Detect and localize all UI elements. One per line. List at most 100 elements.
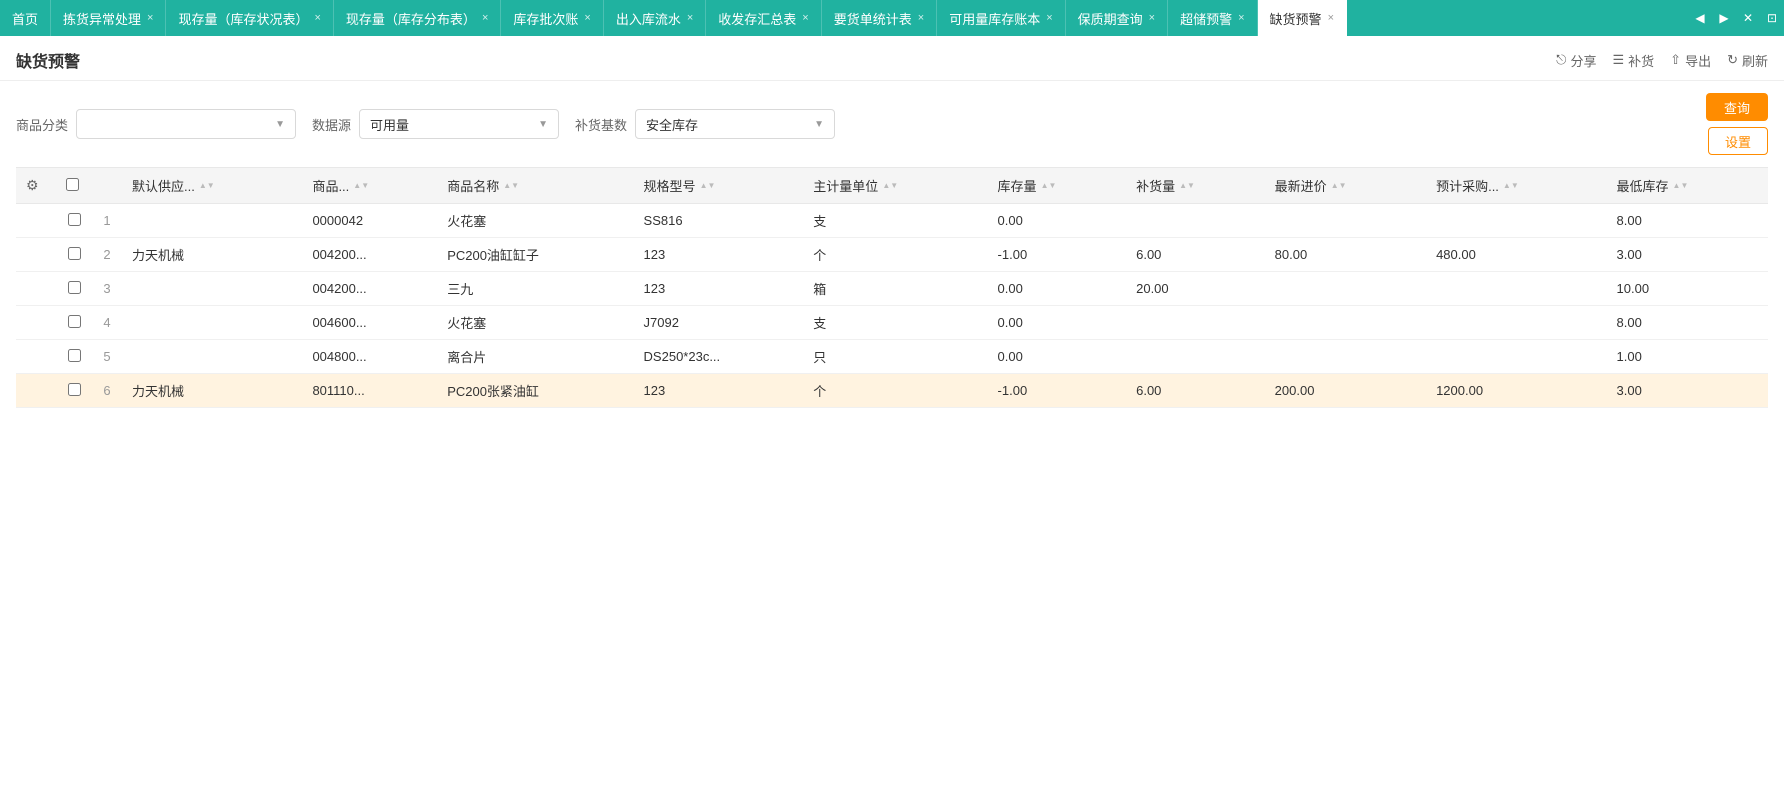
row-checkbox-3[interactable]	[68, 315, 81, 328]
table-row[interactable]: 6 力天机械 801110... PC200张紧油缸 123 个 -1.00 6…	[16, 374, 1768, 408]
table-row[interactable]: 2 力天机械 004200... PC200油缸缸子 123 个 -1.00 6…	[16, 238, 1768, 272]
col-product-code[interactable]: 商品... ▲▼	[302, 168, 437, 204]
refresh-button[interactable]: ↻ 刷新	[1727, 51, 1768, 70]
tab-available-ledger[interactable]: 可用量库存账本 ×	[937, 0, 1065, 36]
replenish-base-select-value: 安全库存	[646, 115, 806, 134]
row-unit-cell: 只	[803, 340, 987, 374]
tab-inventory-status[interactable]: 现存量（库存状况表） ×	[166, 0, 333, 36]
page-title: 缺货预警	[16, 48, 80, 72]
row-checkbox-1[interactable]	[68, 247, 81, 260]
tab-close-overstock[interactable]: ×	[1238, 12, 1244, 24]
row-spec-cell: SS816	[634, 204, 804, 238]
col-checkbox	[56, 168, 92, 204]
export-button[interactable]: ⇧ 导出	[1670, 51, 1711, 70]
row-checkbox-cell	[56, 204, 92, 238]
col-est-purchase[interactable]: 预计采购... ▲▼	[1426, 168, 1606, 204]
tab-nav-controls: ◀ ▶ ✕ ⊡	[1688, 0, 1784, 36]
row-checkbox-cell	[56, 340, 92, 374]
replenish-base-select-arrow: ▼	[814, 119, 824, 130]
col-latest-price[interactable]: 最新进价 ▲▼	[1265, 168, 1426, 204]
row-checkbox-4[interactable]	[68, 349, 81, 362]
category-select[interactable]: ▼	[76, 109, 296, 139]
row-supplier-cell	[122, 340, 302, 374]
tab-overstock[interactable]: 超储预警 ×	[1168, 0, 1257, 36]
row-supplier-cell: 力天机械	[122, 374, 302, 408]
tab-inout-flow[interactable]: 出入库流水 ×	[604, 0, 706, 36]
tab-prev-button[interactable]: ◀	[1688, 0, 1712, 36]
row-min-stock-cell: 10.00	[1607, 272, 1768, 306]
tab-close-batch-account[interactable]: ×	[584, 12, 590, 24]
col-unit[interactable]: 主计量单位 ▲▼	[803, 168, 987, 204]
tab-close-expiry-query[interactable]: ×	[1149, 12, 1155, 24]
header-actions: ⎋ 分享 ☰ 补货 ⇧ 导出 ↻ 刷新	[1556, 51, 1768, 70]
tab-requisition-stats[interactable]: 要货单统计表 ×	[822, 0, 937, 36]
row-checkbox-5[interactable]	[68, 383, 81, 396]
table-body: 1 0000042 火花塞 SS816 支 0.00 8.00 2 力天机械 0…	[16, 204, 1768, 408]
row-checkbox-2[interactable]	[68, 281, 81, 294]
row-supplier-cell	[122, 272, 302, 306]
table-row[interactable]: 5 004800... 离合片 DS250*23c... 只 0.00 1.00	[16, 340, 1768, 374]
tab-close-available-ledger[interactable]: ×	[1046, 12, 1052, 24]
tab-shortage[interactable]: 缺货预警 ×	[1258, 0, 1347, 36]
row-name-cell: PC200油缸缸子	[437, 238, 633, 272]
col-stock[interactable]: 库存量 ▲▼	[988, 168, 1127, 204]
tab-inventory-dist[interactable]: 现存量（库存分布表） ×	[334, 0, 501, 36]
row-min-stock-cell: 8.00	[1607, 306, 1768, 340]
row-supplier-cell: 力天机械	[122, 238, 302, 272]
row-replenish-cell	[1126, 340, 1265, 374]
tab-close-abnormal[interactable]: ×	[147, 12, 153, 24]
tab-close-requisition-stats[interactable]: ×	[918, 12, 924, 24]
replenish-base-select[interactable]: 安全库存 ▼	[635, 109, 835, 139]
filter-actions: 查询 设置	[1706, 93, 1768, 155]
col-product-name[interactable]: 商品名称 ▲▼	[437, 168, 633, 204]
col-min-stock[interactable]: 最低库存 ▲▼	[1607, 168, 1768, 204]
replenish-button[interactable]: ☰ 补货	[1612, 51, 1654, 70]
query-button[interactable]: 查询	[1706, 93, 1768, 121]
col-settings: ⚙	[16, 168, 56, 204]
tab-home[interactable]: 首页	[0, 0, 51, 36]
sort-icon-min-stock: ▲▼	[1673, 182, 1689, 190]
table-row[interactable]: 4 004600... 火花塞 J7092 支 0.00 8.00	[16, 306, 1768, 340]
tab-next-button[interactable]: ▶	[1712, 0, 1736, 36]
tab-abnormal[interactable]: 拣货异常处理 ×	[51, 0, 166, 36]
col-default-supplier[interactable]: 默认供应... ▲▼	[122, 168, 302, 204]
row-est-cell	[1426, 204, 1606, 238]
tab-receive-summary[interactable]: 收发存汇总表 ×	[706, 0, 821, 36]
tab-close-inout-flow[interactable]: ×	[687, 12, 693, 24]
row-code-cell: 801110...	[302, 374, 437, 408]
col-spec[interactable]: 规格型号 ▲▼	[634, 168, 804, 204]
share-button[interactable]: ⎋ 分享	[1556, 51, 1596, 70]
row-stock-cell: 0.00	[988, 306, 1127, 340]
settings-icon[interactable]: ⚙	[26, 177, 39, 193]
col-replenish-qty[interactable]: 补货量 ▲▼	[1126, 168, 1265, 204]
tab-batch-account[interactable]: 库存批次账 ×	[501, 0, 603, 36]
settings-button[interactable]: 设置	[1708, 127, 1768, 155]
datasource-select[interactable]: 可用量 ▼	[359, 109, 559, 139]
row-min-stock-cell: 3.00	[1607, 374, 1768, 408]
tab-close-all-button[interactable]: ✕	[1736, 0, 1760, 36]
row-est-cell: 1200.00	[1426, 374, 1606, 408]
row-checkbox-cell	[56, 374, 92, 408]
tab-expiry-query[interactable]: 保质期查询 ×	[1066, 0, 1168, 36]
row-spec-cell: 123	[634, 374, 804, 408]
tab-close-receive-summary[interactable]: ×	[802, 12, 808, 24]
replenish-base-label: 补货基数	[575, 115, 627, 134]
row-price-cell	[1265, 306, 1426, 340]
select-all-checkbox[interactable]	[66, 178, 79, 191]
main-content: 缺货预警 ⎋ 分享 ☰ 补货 ⇧ 导出 ↻ 刷新 商品分类	[0, 36, 1784, 796]
row-supplier-cell	[122, 306, 302, 340]
tab-close-inventory-dist[interactable]: ×	[482, 12, 488, 24]
tab-close-shortage[interactable]: ×	[1328, 12, 1334, 24]
row-unit-cell: 个	[803, 238, 987, 272]
tab-restore-button[interactable]: ⊡	[1760, 0, 1784, 36]
category-filter-group: 商品分类 ▼	[16, 109, 296, 139]
row-stock-cell: 0.00	[988, 272, 1127, 306]
tab-close-inventory-status[interactable]: ×	[314, 12, 320, 24]
row-num-cell: 2	[92, 238, 122, 272]
table-row[interactable]: 3 004200... 三九 123 箱 0.00 20.00 10.00	[16, 272, 1768, 306]
table-row[interactable]: 1 0000042 火花塞 SS816 支 0.00 8.00	[16, 204, 1768, 238]
datasource-filter-group: 数据源 可用量 ▼	[312, 109, 559, 139]
row-replenish-cell	[1126, 306, 1265, 340]
row-est-cell	[1426, 340, 1606, 374]
row-checkbox-0[interactable]	[68, 213, 81, 226]
